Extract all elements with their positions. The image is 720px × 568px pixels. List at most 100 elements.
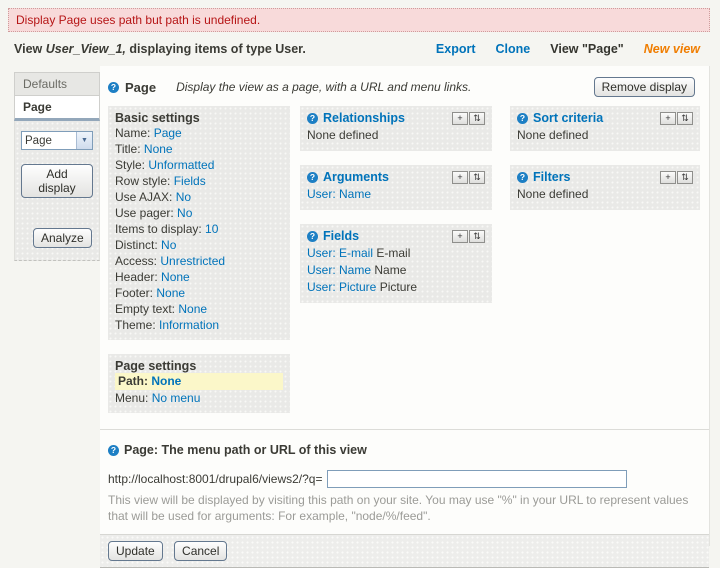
setting-value-link[interactable]: No bbox=[177, 206, 192, 220]
setting-row: Name: Page bbox=[115, 125, 283, 141]
new-view-link[interactable]: New view bbox=[644, 42, 700, 56]
path-value-link[interactable]: None bbox=[151, 374, 181, 388]
tab-defaults[interactable]: Defaults bbox=[14, 72, 100, 95]
setting-value-link[interactable]: None bbox=[161, 270, 190, 284]
column-basic: Basic settings Name: Page Title: None St… bbox=[108, 106, 290, 427]
fields-title-link[interactable]: Fields bbox=[323, 229, 359, 243]
setting-value-link[interactable]: None bbox=[144, 142, 173, 156]
view-title-prefix: View bbox=[14, 42, 43, 56]
setting-label: Theme: bbox=[115, 318, 156, 332]
add-icon[interactable]: + bbox=[660, 111, 676, 125]
setting-label: Use pager: bbox=[115, 206, 174, 220]
help-question-icon[interactable]: ? bbox=[108, 81, 119, 93]
rearrange-icon[interactable]: ⇅ bbox=[677, 111, 693, 125]
setting-row: Footer: None bbox=[115, 285, 283, 301]
menu-setting-row: Menu: No menu bbox=[115, 390, 283, 406]
sort-criteria-header: ? Sort criteria + ⇅ bbox=[517, 111, 693, 125]
analyze-button[interactable]: Analyze bbox=[33, 228, 92, 248]
update-button[interactable]: Update bbox=[108, 541, 163, 561]
argument-item: User: Name bbox=[307, 186, 485, 203]
view-page-link[interactable]: View "Page" bbox=[550, 42, 623, 56]
rearrange-icon[interactable]: ⇅ bbox=[469, 229, 485, 243]
setting-row: Header: None bbox=[115, 269, 283, 285]
cancel-button[interactable]: Cancel bbox=[174, 541, 228, 561]
help-question-icon[interactable]: ? bbox=[307, 230, 318, 242]
error-message: Display Page uses path but path is undef… bbox=[8, 8, 710, 32]
argument-item-link[interactable]: User: Name bbox=[307, 187, 371, 201]
setting-value-link[interactable]: Unrestricted bbox=[160, 254, 225, 268]
setting-label: Style: bbox=[115, 158, 146, 172]
display-type-select[interactable]: Page ▼ bbox=[21, 131, 93, 150]
setting-value-link[interactable]: No bbox=[176, 190, 191, 204]
setting-value-link[interactable]: None bbox=[178, 302, 207, 316]
sort-criteria-title-link[interactable]: Sort criteria bbox=[533, 111, 603, 125]
add-icon[interactable]: + bbox=[660, 170, 676, 184]
arguments-title-link[interactable]: Arguments bbox=[323, 170, 389, 184]
setting-row: Distinct: No bbox=[115, 237, 283, 253]
path-form-header: ? Page: The menu path or URL of this vie… bbox=[108, 443, 699, 457]
add-icon[interactable]: + bbox=[452, 229, 468, 243]
url-prefix: http://localhost:8001/drupal6/views2/?q= bbox=[108, 472, 323, 486]
field-item-link[interactable]: User: Picture bbox=[307, 280, 376, 294]
field-item: User: Picture Picture bbox=[307, 279, 485, 296]
setting-label: Row style: bbox=[115, 174, 171, 188]
help-question-icon[interactable]: ? bbox=[307, 112, 318, 124]
setting-row: Theme: Information bbox=[115, 317, 283, 333]
setting-row: Style: Unformatted bbox=[115, 157, 283, 173]
fields-box: ? Fields + ⇅ User: E-mail E-mail User: N… bbox=[300, 224, 492, 303]
export-link[interactable]: Export bbox=[436, 42, 476, 56]
sort-criteria-empty: None defined bbox=[517, 128, 589, 142]
url-row: http://localhost:8001/drupal6/views2/?q= bbox=[108, 470, 699, 488]
add-display-button[interactable]: Add display bbox=[21, 164, 93, 198]
add-icon[interactable]: + bbox=[452, 170, 468, 184]
path-label: Path: bbox=[118, 374, 148, 388]
help-question-icon[interactable]: ? bbox=[517, 171, 528, 183]
rearrange-icon[interactable]: ⇅ bbox=[677, 170, 693, 184]
path-input[interactable] bbox=[327, 470, 628, 488]
error-message-text: Display Page uses path but path is undef… bbox=[16, 13, 261, 27]
page-settings-box: Page settings Path: None Menu: No menu bbox=[108, 354, 290, 413]
arguments-buttons: + ⇅ bbox=[451, 170, 485, 184]
setting-value-link[interactable]: Page bbox=[154, 126, 182, 140]
setting-value-link[interactable]: 10 bbox=[205, 222, 218, 236]
help-question-icon[interactable]: ? bbox=[108, 444, 119, 456]
setting-label: Use AJAX: bbox=[115, 190, 173, 204]
field-item-link[interactable]: User: Name bbox=[307, 263, 371, 277]
setting-row: Items to display: 10 bbox=[115, 221, 283, 237]
rearrange-icon[interactable]: ⇅ bbox=[469, 111, 485, 125]
basic-settings-box: Basic settings Name: Page Title: None St… bbox=[108, 106, 290, 340]
setting-value-link[interactable]: Unformatted bbox=[148, 158, 214, 172]
filters-empty: None defined bbox=[517, 187, 589, 201]
field-item: User: E-mail E-mail bbox=[307, 245, 485, 262]
relationships-empty: None defined bbox=[307, 128, 379, 142]
relationships-title-link[interactable]: Relationships bbox=[323, 111, 405, 125]
setting-label: Footer: bbox=[115, 286, 154, 300]
path-form-title: Page: The menu path or URL of this view bbox=[124, 443, 367, 457]
dropdown-arrow-icon: ▼ bbox=[76, 132, 92, 149]
setting-value-link[interactable]: Fields bbox=[174, 174, 206, 188]
filters-title-link[interactable]: Filters bbox=[533, 170, 571, 184]
settings-columns: Basic settings Name: Page Title: None St… bbox=[100, 104, 709, 427]
view-header: View User_View_1, displaying items of ty… bbox=[14, 42, 710, 56]
view-title-suffix: displaying items of type User. bbox=[129, 42, 306, 56]
help-question-icon[interactable]: ? bbox=[517, 112, 528, 124]
remove-display-button[interactable]: Remove display bbox=[593, 77, 695, 97]
clone-link[interactable]: Clone bbox=[496, 42, 531, 56]
setting-value-link[interactable]: Information bbox=[159, 318, 219, 332]
display-sidebar: Defaults Page Page ▼ Add display Analyze bbox=[14, 72, 100, 261]
add-icon[interactable]: + bbox=[452, 111, 468, 125]
menu-label: Menu: bbox=[115, 391, 149, 405]
relationships-buttons: + ⇅ bbox=[451, 111, 485, 125]
menu-value-link[interactable]: No menu bbox=[152, 391, 201, 405]
view-title: View User_View_1, displaying items of ty… bbox=[14, 42, 306, 56]
field-item-link[interactable]: User: E-mail bbox=[307, 246, 373, 260]
setting-value-link[interactable]: None bbox=[156, 286, 185, 300]
display-title: Page bbox=[125, 79, 157, 95]
setting-value-link[interactable]: No bbox=[161, 238, 176, 252]
setting-label: Name: bbox=[115, 126, 151, 140]
rearrange-icon[interactable]: ⇅ bbox=[469, 170, 485, 184]
setting-label: Header: bbox=[115, 270, 158, 284]
tab-page[interactable]: Page bbox=[14, 95, 100, 121]
help-question-icon[interactable]: ? bbox=[307, 171, 318, 183]
relationships-box: ? Relationships + ⇅ None defined bbox=[300, 106, 492, 151]
